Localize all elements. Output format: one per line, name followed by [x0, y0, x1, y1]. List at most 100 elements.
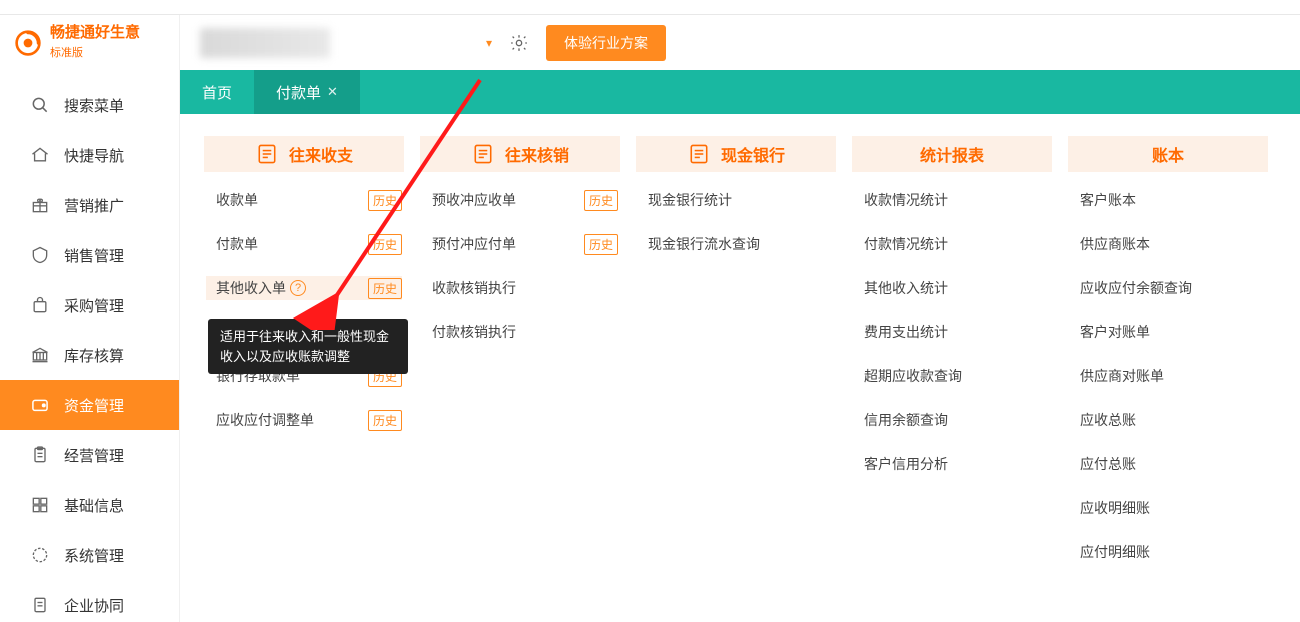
history-badge[interactable]: 历史 [584, 234, 618, 255]
menu-entry-超期应收款查询[interactable]: 超期应收款查询 [854, 364, 1050, 388]
column-title: 现金银行 [721, 142, 785, 166]
menu-entry-应收明细账[interactable]: 应收明细账 [1070, 496, 1266, 520]
entry-label: 应收应付调整单 [216, 410, 314, 430]
column-header: 账本 [1068, 136, 1268, 172]
menu-entry-客户对账单[interactable]: 客户对账单 [1070, 320, 1266, 344]
history-badge[interactable]: 历史 [368, 234, 402, 255]
entry-label: 现金银行统计 [648, 190, 732, 210]
column-body: 收款单历史付款单历史其他收入单?历史费用支出单?历史银行存取款单历史应收应付调整… [204, 172, 404, 432]
menu-entry-费用支出统计[interactable]: 费用支出统计 [854, 320, 1050, 344]
entry-label: 客户账本 [1080, 190, 1136, 210]
sidebar-item-资金管理[interactable]: 资金管理 [0, 380, 179, 430]
column-title: 往来核销 [505, 142, 569, 166]
entry-label: 预收冲应收单 [432, 190, 516, 210]
menu-entry-应付明细账[interactable]: 应付明细账 [1070, 540, 1266, 564]
sidebar-item-经营管理[interactable]: 经营管理 [0, 430, 179, 480]
tooltip-text: 适用于往来收入和一般性现金收入以及应收账款调整 [220, 329, 389, 364]
column-body: 现金银行统计现金银行流水查询 [636, 172, 836, 256]
settings-gear-icon[interactable] [508, 32, 530, 54]
entry-label: 预付冲应付单 [432, 234, 516, 254]
sidebar-item-label: 营销推广 [64, 195, 124, 216]
tab-payment[interactable]: 付款单 ✕ [254, 70, 360, 114]
org-name-redacted [200, 28, 330, 58]
entry-label: 客户信用分析 [864, 454, 948, 474]
column-title: 往来收支 [289, 142, 353, 166]
column-header: 统计报表 [852, 136, 1052, 172]
menu-entry-收款情况统计[interactable]: 收款情况统计 [854, 188, 1050, 212]
column-账本: 账本客户账本供应商账本应收应付余额查询客户对账单供应商对账单应收总账应付总账应收… [1068, 136, 1268, 564]
history-badge[interactable]: 历史 [368, 410, 402, 431]
sidebar-item-label: 企业协同 [64, 595, 124, 616]
menu-entry-其他收入统计[interactable]: 其他收入统计 [854, 276, 1050, 300]
menu-entry-现金银行统计[interactable]: 现金银行统计 [638, 188, 834, 212]
grid-icon [30, 495, 50, 515]
entry-label: 现金银行流水查询 [648, 234, 760, 254]
entry-label: 应收应付余额查询 [1080, 278, 1192, 298]
menu-entry-客户信用分析[interactable]: 客户信用分析 [854, 452, 1050, 476]
menu-entry-应收总账[interactable]: 应收总账 [1070, 408, 1266, 432]
entry-label: 付款单 [216, 234, 258, 254]
history-badge[interactable]: 历史 [584, 190, 618, 211]
sidebar-item-搜索菜单[interactable]: 搜索菜单 [0, 80, 179, 130]
menu-entry-现金银行流水查询[interactable]: 现金银行流水查询 [638, 232, 834, 256]
menu-entry-客户账本[interactable]: 客户账本 [1070, 188, 1266, 212]
column-body: 预收冲应收单历史预付冲应付单历史收款核销执行付款核销执行 [420, 172, 620, 344]
sidebar-item-label: 系统管理 [64, 545, 124, 566]
window-top-gap [0, 0, 1300, 15]
menu-entry-预收冲应收单[interactable]: 预收冲应收单 历史 [422, 188, 618, 212]
entry-label: 收款情况统计 [864, 190, 948, 210]
entry-label: 超期应收款查询 [864, 366, 962, 386]
menu-entry-应收应付调整单[interactable]: 应收应付调整单 历史 [206, 408, 402, 432]
menu-entry-付款核销执行[interactable]: 付款核销执行 [422, 320, 618, 344]
tab-home-label: 首页 [202, 82, 232, 103]
tab-home[interactable]: 首页 [180, 70, 254, 114]
entry-label: 收款单 [216, 190, 258, 210]
sidebar-item-基础信息[interactable]: 基础信息 [0, 480, 179, 530]
column-header: 往来核销 [420, 136, 620, 172]
menu-entry-付款情况统计[interactable]: 付款情况统计 [854, 232, 1050, 256]
wallet-icon [30, 395, 50, 415]
history-badge[interactable]: 历史 [368, 190, 402, 211]
sidebar-item-label: 资金管理 [64, 395, 124, 416]
sidebar-item-销售管理[interactable]: 销售管理 [0, 230, 179, 280]
menu-entry-应收应付余额查询[interactable]: 应收应付余额查询 [1070, 276, 1266, 300]
sidebar-item-采购管理[interactable]: 采购管理 [0, 280, 179, 330]
entry-label: 供应商账本 [1080, 234, 1150, 254]
menu-entry-供应商账本[interactable]: 供应商账本 [1070, 232, 1266, 256]
bank-icon [30, 345, 50, 365]
menu-entry-信用余额查询[interactable]: 信用余额查询 [854, 408, 1050, 432]
sidebar-item-快捷导航[interactable]: 快捷导航 [0, 130, 179, 180]
menu-entry-其他收入单[interactable]: 其他收入单?历史 [206, 276, 402, 300]
sidebar-item-label: 基础信息 [64, 495, 124, 516]
help-icon[interactable]: ? [290, 280, 306, 296]
industry-cta-button[interactable]: 体验行业方案 [546, 25, 666, 61]
home-icon [30, 145, 50, 165]
entry-label: 应付明细账 [1080, 542, 1150, 562]
entry-label: 收款核销执行 [432, 278, 516, 298]
sidebar: 畅捷通好生意 标准版 搜索菜单快捷导航营销推广销售管理采购管理库存核算资金管理经… [0, 15, 180, 622]
menu-entry-预付冲应付单[interactable]: 预付冲应付单 历史 [422, 232, 618, 256]
sidebar-item-营销推广[interactable]: 营销推广 [0, 180, 179, 230]
sidebar-item-企业协同[interactable]: 企业协同 [0, 580, 179, 622]
menu-entry-收款单[interactable]: 收款单 历史 [206, 188, 402, 212]
brand-logo: 畅捷通好生意 标准版 [0, 15, 179, 70]
menu-entry-供应商对账单[interactable]: 供应商对账单 [1070, 364, 1266, 388]
column-title: 统计报表 [920, 142, 984, 166]
help-tooltip: 适用于往来收入和一般性现金收入以及应收账款调整 [208, 319, 408, 374]
menu-entry-付款单[interactable]: 付款单 历史 [206, 232, 402, 256]
brand-name: 畅捷通好生意 [50, 25, 140, 42]
sys-icon [30, 545, 50, 565]
sidebar-item-系统管理[interactable]: 系统管理 [0, 530, 179, 580]
app-root: 畅捷通好生意 标准版 搜索菜单快捷导航营销推广销售管理采购管理库存核算资金管理经… [0, 15, 1300, 622]
entry-label: 客户对账单 [1080, 322, 1150, 342]
sidebar-item-库存核算[interactable]: 库存核算 [0, 330, 179, 380]
dropdown-caret-icon[interactable]: ▾ [486, 36, 492, 50]
entry-label: 供应商对账单 [1080, 366, 1164, 386]
bag-icon [30, 295, 50, 315]
history-badge[interactable]: 历史 [368, 278, 402, 299]
menu-entry-应付总账[interactable]: 应付总账 [1070, 452, 1266, 476]
entry-label: 付款核销执行 [432, 322, 516, 342]
menu-entry-收款核销执行[interactable]: 收款核销执行 [422, 276, 618, 300]
close-icon[interactable]: ✕ [327, 84, 338, 100]
entry-label: 付款情况统计 [864, 234, 948, 254]
